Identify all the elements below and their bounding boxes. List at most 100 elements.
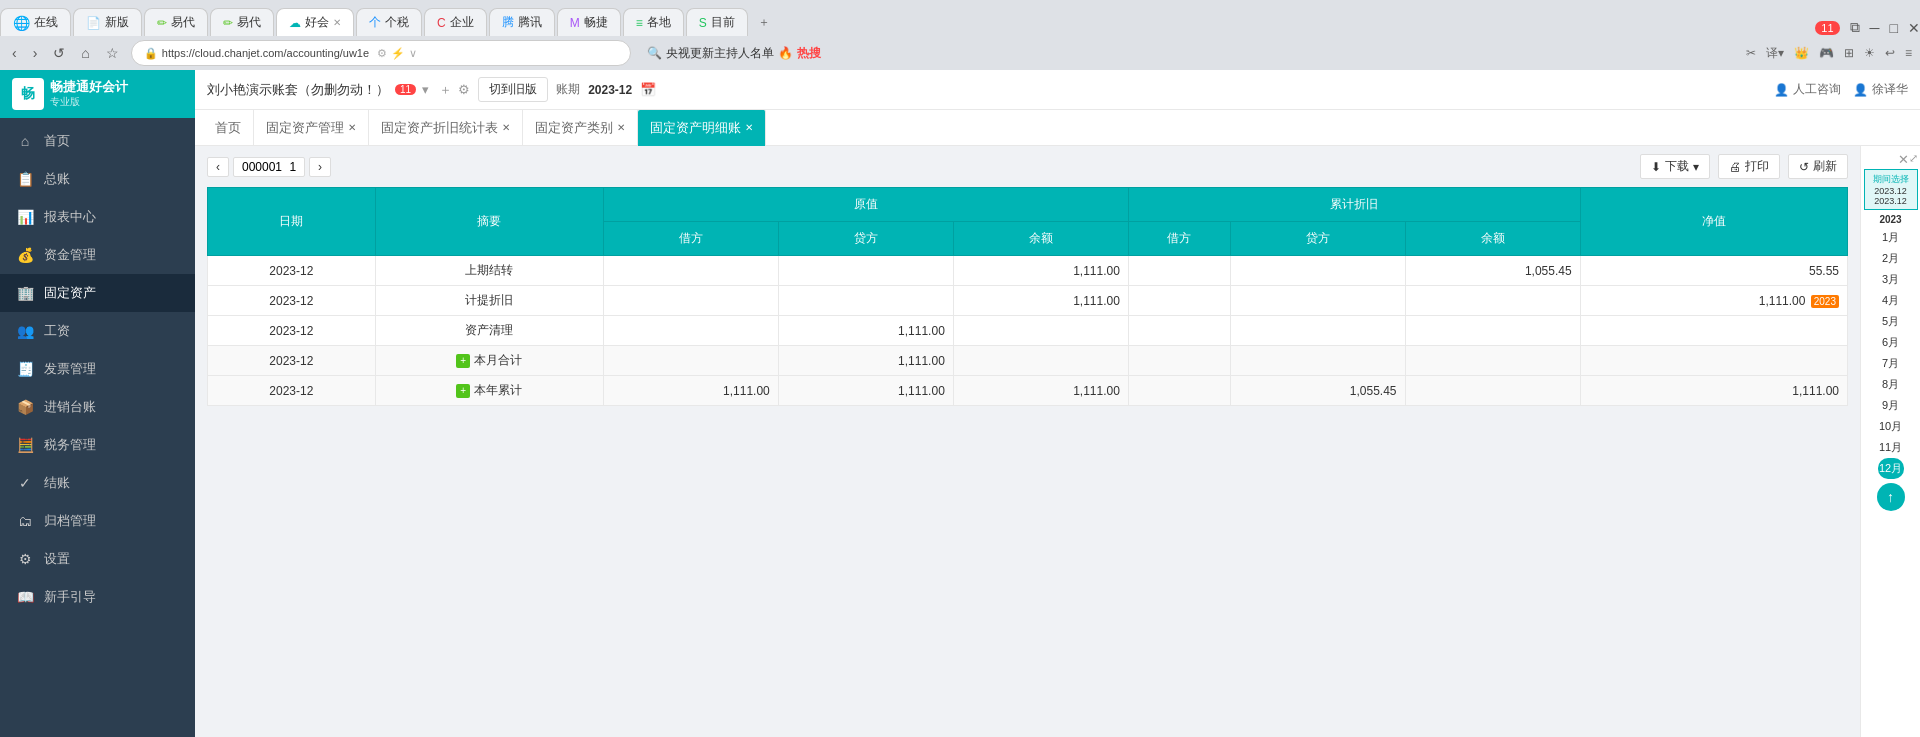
translate-icon[interactable]: 译▾ xyxy=(1766,45,1784,62)
browser-tab-changjie[interactable]: M 畅捷 xyxy=(557,8,621,36)
add-account-icon[interactable]: ＋ xyxy=(439,81,452,99)
sidebar-label-settings: 设置 xyxy=(44,550,70,568)
menu-icon[interactable]: ≡ xyxy=(1905,46,1912,60)
cell-net-4 xyxy=(1580,346,1847,376)
sidebar-item-archive[interactable]: 🗂 归档管理 xyxy=(0,502,195,540)
page-tab-close-dep-stats[interactable]: ✕ xyxy=(502,122,510,133)
month-5-button[interactable]: 5月 xyxy=(1878,311,1904,332)
browser-tab-haohui[interactable]: ☁ 好会 ✕ xyxy=(276,8,354,36)
scroll-top-button[interactable]: ↑ xyxy=(1877,483,1905,511)
month-11-button[interactable]: 11月 xyxy=(1878,437,1904,458)
hot-search-label[interactable]: 热搜 xyxy=(797,45,821,62)
period-selector-title: 期间选择 xyxy=(1868,173,1914,186)
user-profile-button[interactable]: 👤 徐译华 xyxy=(1853,81,1908,98)
refresh-icon: ↺ xyxy=(1799,160,1809,174)
table-container: 日期 摘要 原值 累计折旧 净值 借方 贷方 余额 借方 xyxy=(207,187,1848,729)
page-tab-detail-ledger[interactable]: 固定资产明细账 ✕ xyxy=(638,110,766,146)
page-tab-close-category[interactable]: ✕ xyxy=(617,122,625,133)
print-button[interactable]: 🖨 打印 xyxy=(1718,154,1780,179)
home-button[interactable]: ⌂ xyxy=(77,43,93,63)
expand-panel-icon[interactable]: ⤢ xyxy=(1909,152,1918,167)
gamepad-icon[interactable]: 🎮 xyxy=(1819,46,1834,60)
calendar-icon[interactable]: 📅 xyxy=(640,82,656,97)
sidebar-item-tax[interactable]: 🧮 税务管理 xyxy=(0,426,195,464)
settings-small-icon[interactable]: ⚙ xyxy=(458,82,470,97)
extensions-icon[interactable]: ⧉ xyxy=(1850,19,1860,36)
month-7-button[interactable]: 7月 xyxy=(1878,353,1904,374)
sidebar-item-home[interactable]: ⌂ 首页 xyxy=(0,122,195,160)
table-row: 2023-12 上期结转 1,111.00 1,055.45 55.55 xyxy=(208,256,1848,286)
cut-icon[interactable]: ✂ xyxy=(1746,46,1756,60)
page-tab-close-detail[interactable]: ✕ xyxy=(745,122,753,133)
browser-tab-gedi[interactable]: ≡ 各地 xyxy=(623,8,684,36)
grid-icon[interactable]: ⊞ xyxy=(1844,46,1854,60)
browser-tab-tengxun[interactable]: 腾 腾讯 xyxy=(489,8,555,36)
minimize-icon[interactable]: ─ xyxy=(1870,20,1880,36)
browser-tab-online[interactable]: 🌐 在线 xyxy=(0,8,71,36)
undo-icon[interactable]: ↩ xyxy=(1885,46,1895,60)
month-2-button[interactable]: 2月 xyxy=(1878,248,1904,269)
brightness-icon[interactable]: ☀ xyxy=(1864,46,1875,60)
switch-version-button[interactable]: 切到旧版 xyxy=(478,77,548,102)
browser-tab-yidai2[interactable]: ✏ 易代 xyxy=(210,8,274,36)
refresh-button[interactable]: ↺ 刷新 xyxy=(1788,154,1848,179)
next-page-button[interactable]: › xyxy=(309,157,331,177)
sidebar-item-closing[interactable]: ✓ 结账 xyxy=(0,464,195,502)
sidebar-item-funds[interactable]: 💰 资金管理 xyxy=(0,236,195,274)
search-text: 央视更新主持人名单 xyxy=(666,45,774,62)
refresh-label: 刷新 xyxy=(1813,158,1837,175)
period-selector-panel: 期间选择 2023.12 2023.12 xyxy=(1864,169,1918,210)
back-button[interactable]: ‹ xyxy=(8,43,21,63)
sidebar-item-sales[interactable]: 📦 进销台账 xyxy=(0,388,195,426)
dropdown-icon[interactable]: ▾ xyxy=(422,82,429,97)
sidebar-item-guide[interactable]: 📖 新手引导 xyxy=(0,578,195,616)
month-10-button[interactable]: 10月 xyxy=(1878,416,1904,437)
sidebar-item-settings[interactable]: ⚙ 设置 xyxy=(0,540,195,578)
download-button[interactable]: ⬇ 下载 ▾ xyxy=(1640,154,1710,179)
page-tab-fixed-assets-mgmt[interactable]: 固定资产管理 ✕ xyxy=(254,110,369,146)
close-window-icon[interactable]: ✕ xyxy=(1908,20,1920,36)
sidebar-item-ledger[interactable]: 📋 总账 xyxy=(0,160,195,198)
cell-net-2: 1,111.00 2023 xyxy=(1580,286,1847,316)
sidebar-item-fixed-assets[interactable]: 🏢 固定资产 xyxy=(0,274,195,312)
user-icon: 👤 xyxy=(1853,83,1868,97)
cell-summary-4: +本月合计 xyxy=(375,346,603,376)
month-1-button[interactable]: 1月 xyxy=(1878,227,1904,248)
topbar: 刘小艳演示账套（勿删勿动！） 11 ▾ ＋ ⚙ 切到旧版 账期 2023-12 … xyxy=(195,70,1920,110)
browser-tab-new[interactable]: 📄 新版 xyxy=(73,8,142,36)
bookmark-button[interactable]: ☆ xyxy=(102,43,123,63)
month-6-button[interactable]: 6月 xyxy=(1878,332,1904,353)
sidebar: 畅 畅捷通好会计 专业版 ⌂ 首页 📋 总账 📊 报表中心 💰 资金管理 xyxy=(0,70,195,737)
extension1-icon[interactable]: 👑 xyxy=(1794,46,1809,60)
sidebar-item-reports[interactable]: 📊 报表中心 xyxy=(0,198,195,236)
cell-net-3 xyxy=(1580,316,1847,346)
prev-page-button[interactable]: ‹ xyxy=(207,157,229,177)
month-12-button[interactable]: 12月 xyxy=(1878,458,1904,479)
cell-summary-1: 上期结转 xyxy=(375,256,603,286)
forward-button[interactable]: › xyxy=(29,43,42,63)
browser-tab-mubiao[interactable]: S 目前 xyxy=(686,8,748,36)
address-input[interactable]: 🔒 https://cloud.chanjet.com/accounting/u… xyxy=(131,40,631,66)
month-9-button[interactable]: 9月 xyxy=(1878,395,1904,416)
tab-close-haohui[interactable]: ✕ xyxy=(333,17,341,28)
close-panel-icon[interactable]: ✕ xyxy=(1898,152,1909,167)
page-tab-depreciation-stats[interactable]: 固定资产折旧统计表 ✕ xyxy=(369,110,523,146)
page-tab-asset-category[interactable]: 固定资产类别 ✕ xyxy=(523,110,638,146)
month-4-button[interactable]: 4月 xyxy=(1878,290,1904,311)
maximize-icon[interactable]: □ xyxy=(1890,20,1898,36)
browser-tab-qiye[interactable]: C 企业 xyxy=(424,8,487,36)
page-tab-close-mgmt[interactable]: ✕ xyxy=(348,122,356,133)
browser-tab-geshui[interactable]: 个 个税 xyxy=(356,8,422,36)
tax-icon: 🧮 xyxy=(16,437,34,453)
reload-button[interactable]: ↺ xyxy=(49,43,69,63)
page-tab-home[interactable]: 首页 xyxy=(203,110,254,146)
cell-orig-debit-2 xyxy=(603,286,778,316)
browser-tab-yidai1[interactable]: ✏ 易代 xyxy=(144,8,208,36)
browser-notification-badge[interactable]: 11 xyxy=(1815,21,1839,35)
month-8-button[interactable]: 8月 xyxy=(1878,374,1904,395)
month-3-button[interactable]: 3月 xyxy=(1878,269,1904,290)
sidebar-item-payroll[interactable]: 👥 工资 xyxy=(0,312,195,350)
sidebar-item-invoice[interactable]: 🧾 发票管理 xyxy=(0,350,195,388)
customer-service-button[interactable]: 👤 人工咨询 xyxy=(1774,81,1841,98)
new-tab-button[interactable]: ＋ xyxy=(750,8,778,36)
